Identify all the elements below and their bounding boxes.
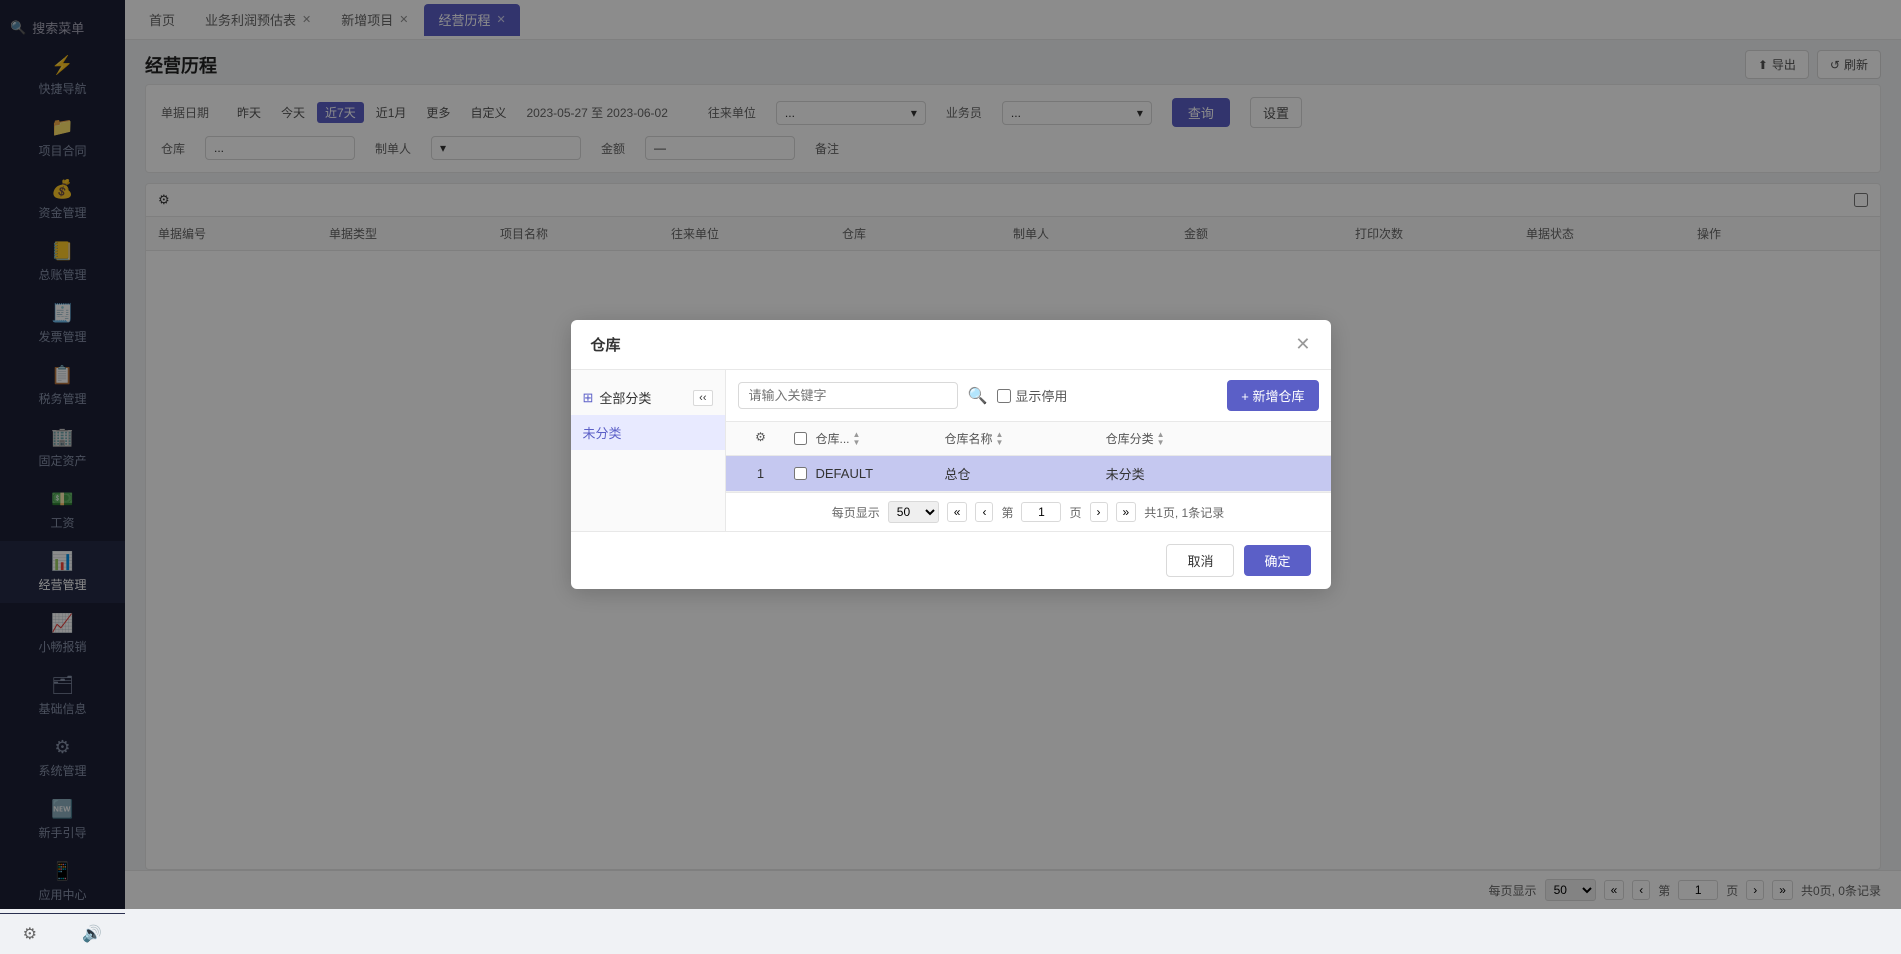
col-header-name: 仓库名称 ▲▼ bbox=[944, 430, 1105, 447]
settings-bottom-icon[interactable]: ⚙ bbox=[23, 924, 37, 944]
modal-confirm-button[interactable]: 确定 bbox=[1244, 545, 1310, 576]
warehouse-modal: 仓库 ✕ ⊞ 全部分类 ‹‹ 未分类 🔍 bbox=[571, 320, 1331, 589]
modal-total-text: 共1页, 1条记录 bbox=[1144, 504, 1224, 521]
show-disabled-text: 显示停用 bbox=[1015, 386, 1067, 405]
col-header-checkbox bbox=[786, 430, 816, 447]
gear-col-icon[interactable]: ⚙ bbox=[755, 430, 766, 444]
modal-table-row[interactable]: 1 DEFAULT 总仓 未分类 bbox=[726, 456, 1331, 492]
row-seq: 1 bbox=[736, 466, 786, 481]
row-code: DEFAULT bbox=[816, 466, 945, 481]
modal-last-page-btn[interactable]: » bbox=[1116, 502, 1137, 522]
modal-overlay: 仓库 ✕ ⊞ 全部分类 ‹‹ 未分类 🔍 bbox=[0, 0, 1901, 909]
add-warehouse-button[interactable]: + 新增仓库 bbox=[1227, 380, 1318, 411]
modal-page-unit: 页 bbox=[1069, 504, 1081, 521]
modal-table: ⚙ 仓库... ▲▼ 仓库名 bbox=[726, 422, 1331, 492]
modal-footer: 取消 确定 bbox=[571, 531, 1331, 589]
category-all-header[interactable]: ⊞ 全部分类 ‹‹ bbox=[571, 380, 725, 415]
collapse-btn[interactable]: ‹‹ bbox=[693, 390, 712, 406]
modal-page-input[interactable] bbox=[1021, 502, 1061, 522]
modal-search-input[interactable] bbox=[738, 382, 958, 409]
modal-close-button[interactable]: ✕ bbox=[1295, 334, 1310, 355]
row-checkbox[interactable] bbox=[786, 467, 816, 480]
modal-per-page-label: 每页显示 bbox=[832, 504, 880, 521]
category-panel: ⊞ 全部分类 ‹‹ 未分类 bbox=[571, 370, 726, 531]
category-all-label: 全部分类 bbox=[599, 388, 651, 407]
modal-body: ⊞ 全部分类 ‹‹ 未分类 🔍 显示停用 + 新 bbox=[571, 370, 1331, 531]
modal-header: 仓库 ✕ bbox=[571, 320, 1331, 370]
col-header-category: 仓库分类 ▲▼ bbox=[1106, 430, 1321, 447]
show-disabled-label: 显示停用 bbox=[997, 386, 1067, 405]
modal-next-page-btn[interactable]: › bbox=[1090, 502, 1108, 522]
col-header-code: 仓库... ▲▼ bbox=[816, 430, 945, 447]
category-unclassified[interactable]: 未分类 bbox=[571, 415, 725, 450]
modal-select-all-checkbox[interactable] bbox=[794, 430, 807, 447]
sidebar-bottom: ⚙ 🔊 bbox=[0, 913, 125, 954]
col-header-seq: ⚙ bbox=[736, 430, 786, 447]
show-disabled-checkbox[interactable] bbox=[997, 389, 1011, 403]
modal-table-panel: 🔍 显示停用 + 新增仓库 ⚙ bbox=[726, 370, 1331, 531]
modal-title: 仓库 bbox=[591, 334, 621, 355]
modal-first-page-btn[interactable]: « bbox=[947, 502, 968, 522]
modal-per-page-select[interactable]: 50 100 bbox=[888, 501, 939, 523]
modal-table-header: ⚙ 仓库... ▲▼ 仓库名 bbox=[726, 422, 1331, 456]
volume-icon[interactable]: 🔊 bbox=[82, 924, 102, 944]
row-category: 未分类 bbox=[1106, 464, 1321, 483]
modal-search-button[interactable]: 🔍 bbox=[968, 386, 988, 406]
modal-page-label: 第 bbox=[1001, 504, 1013, 521]
row-name: 总仓 bbox=[944, 464, 1105, 483]
modal-cancel-button[interactable]: 取消 bbox=[1166, 544, 1234, 577]
category-unclassified-label: 未分类 bbox=[583, 426, 622, 441]
modal-search-bar: 🔍 显示停用 + 新增仓库 bbox=[726, 370, 1331, 422]
category-grid-icon: ⊞ bbox=[583, 390, 594, 406]
modal-pagination: 每页显示 50 100 « ‹ 第 页 › » 共1页, 1条记录 bbox=[726, 492, 1331, 531]
modal-prev-page-btn[interactable]: ‹ bbox=[975, 502, 993, 522]
